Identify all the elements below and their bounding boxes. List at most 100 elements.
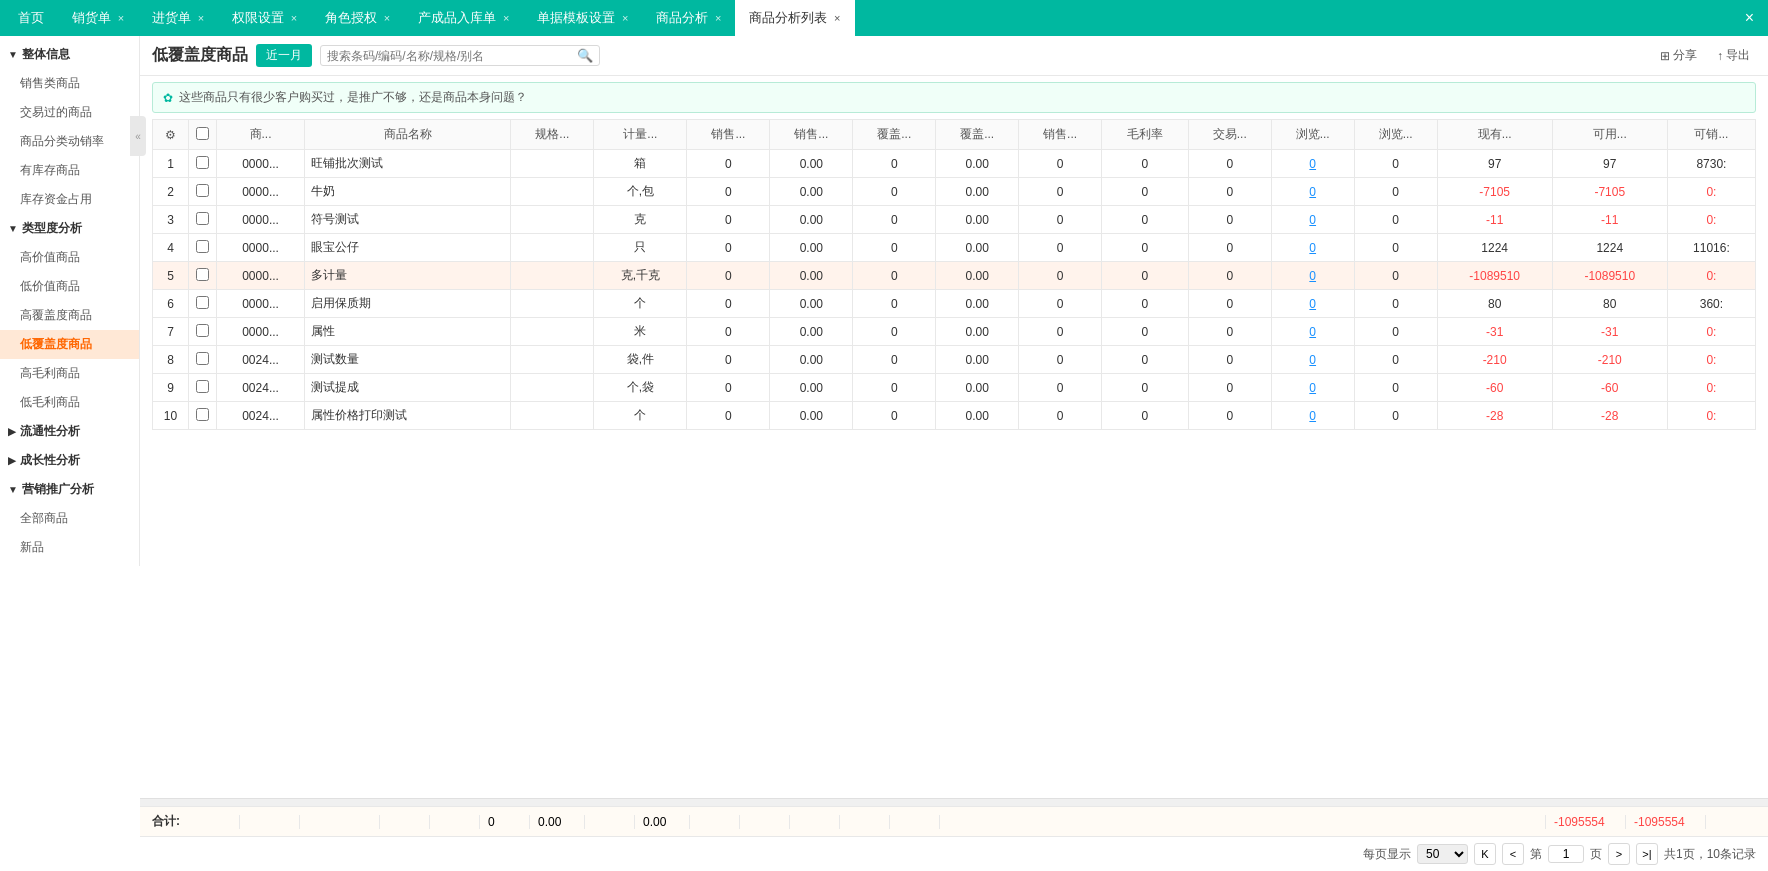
sidebar-group-flow[interactable]: ▶ 流通性分析	[0, 417, 139, 446]
cell-check[interactable]	[189, 346, 217, 374]
table-wrapper[interactable]: ⚙ 商... 商品名称 规格... 计量... 销售... 销售... 覆盖..…	[140, 119, 1768, 798]
nav-home[interactable]: 首页	[4, 0, 58, 36]
row-checkbox[interactable]	[196, 296, 209, 309]
cell-b2: 0	[1354, 374, 1437, 402]
nav-product-in[interactable]: 产成品入库单 ×	[404, 0, 523, 36]
cell-check[interactable]	[189, 374, 217, 402]
cell-spec	[511, 346, 594, 374]
search-input[interactable]	[327, 49, 577, 63]
row-checkbox[interactable]	[196, 268, 209, 281]
browse-link[interactable]: 0	[1309, 409, 1316, 423]
th-sellable: 可销...	[1667, 120, 1755, 150]
sidebar-group-overall-label: 整体信息	[22, 46, 70, 63]
sidebar-item-sales-goods[interactable]: 销售类商品	[0, 69, 139, 98]
export-btn[interactable]: ↑ 导出	[1711, 44, 1756, 67]
row-checkbox[interactable]	[196, 156, 209, 169]
row-checkbox[interactable]	[196, 408, 209, 421]
sidebar-item-low-margin[interactable]: 低毛利商品	[0, 388, 139, 417]
cell-b1[interactable]: 0	[1271, 402, 1354, 430]
nav-permission-close[interactable]: ×	[291, 12, 297, 24]
cell-check[interactable]	[189, 206, 217, 234]
sidebar-item-high-value[interactable]: 高价值商品	[0, 243, 139, 272]
sidebar-item-stock-goods[interactable]: 有库存商品	[0, 156, 139, 185]
sidebar-group-overall[interactable]: ▼ 整体信息	[0, 40, 139, 69]
sidebar-item-high-margin[interactable]: 高毛利商品	[0, 359, 139, 388]
sidebar-item-stock-value[interactable]: 库存资金占用	[0, 185, 139, 214]
browse-link[interactable]: 0	[1309, 241, 1316, 255]
filter-btn[interactable]: 近一月	[256, 44, 312, 67]
browse-link[interactable]: 0	[1309, 185, 1316, 199]
sidebar-item-traded-goods[interactable]: 交易过的商品	[0, 98, 139, 127]
browse-link[interactable]: 0	[1309, 269, 1316, 283]
sidebar-group-marketing[interactable]: ▼ 营销推广分析	[0, 475, 139, 504]
cell-check[interactable]	[189, 234, 217, 262]
sidebar-group-growth[interactable]: ▶ 成长性分析	[0, 446, 139, 475]
row-checkbox[interactable]	[196, 352, 209, 365]
cell-b1[interactable]: 0	[1271, 206, 1354, 234]
cell-b1[interactable]: 0	[1271, 290, 1354, 318]
sidebar-item-low-cover[interactable]: 低覆盖度商品	[0, 330, 139, 359]
browse-link[interactable]: 0	[1309, 381, 1316, 395]
cell-b1[interactable]: 0	[1271, 150, 1354, 178]
nav-goods-analysis[interactable]: 商品分析 ×	[642, 0, 735, 36]
cell-b1[interactable]: 0	[1271, 318, 1354, 346]
sidebar-collapse-btn[interactable]: «	[130, 116, 146, 156]
th-settings[interactable]: ⚙	[153, 120, 189, 150]
nav-template-close[interactable]: ×	[622, 12, 628, 24]
window-close-btn[interactable]: ×	[1735, 0, 1764, 36]
cell-c1: 0	[853, 234, 936, 262]
nav-product-in-close[interactable]: ×	[503, 12, 509, 24]
cell-c2: 0.00	[936, 150, 1019, 178]
nav-purchase[interactable]: 进货单 ×	[138, 0, 218, 36]
sidebar-item-high-cover[interactable]: 高覆盖度商品	[0, 301, 139, 330]
row-checkbox[interactable]	[196, 212, 209, 225]
total-label: 共1页，10条记录	[1664, 846, 1756, 863]
nav-sales-close[interactable]: ×	[118, 12, 124, 24]
browse-link[interactable]: 0	[1309, 213, 1316, 227]
row-checkbox[interactable]	[196, 380, 209, 393]
browse-link[interactable]: 0	[1309, 157, 1316, 171]
cell-b1[interactable]: 0	[1271, 346, 1354, 374]
page-number-input[interactable]	[1548, 845, 1584, 863]
nav-role[interactable]: 角色授权 ×	[311, 0, 404, 36]
browse-link[interactable]: 0	[1309, 325, 1316, 339]
nav-sales[interactable]: 销货单 ×	[58, 0, 138, 36]
cell-check[interactable]	[189, 262, 217, 290]
select-all-checkbox[interactable]	[196, 127, 209, 140]
scrollbar[interactable]	[140, 798, 1768, 806]
row-checkbox[interactable]	[196, 240, 209, 253]
cell-check[interactable]	[189, 290, 217, 318]
browse-link[interactable]: 0	[1309, 297, 1316, 311]
nav-goods-analysis-close[interactable]: ×	[715, 12, 721, 24]
cell-b1[interactable]: 0	[1271, 234, 1354, 262]
last-page-btn[interactable]: >|	[1636, 843, 1658, 865]
per-page-select[interactable]: 50 100 200	[1417, 844, 1468, 864]
cell-gross: 0	[1102, 262, 1189, 290]
sidebar-item-all-goods[interactable]: 全部商品	[0, 504, 139, 533]
browse-link[interactable]: 0	[1309, 353, 1316, 367]
share-btn[interactable]: ⊞ 分享	[1654, 44, 1703, 67]
prev-page-btn[interactable]: <	[1502, 843, 1524, 865]
first-page-btn[interactable]: K	[1474, 843, 1496, 865]
settings-icon[interactable]: ⚙	[165, 128, 176, 142]
sidebar-item-category-rate[interactable]: 商品分类动销率	[0, 127, 139, 156]
cell-b1[interactable]: 0	[1271, 262, 1354, 290]
sidebar-group-type[interactable]: ▼ 类型度分析	[0, 214, 139, 243]
cell-check[interactable]	[189, 402, 217, 430]
nav-goods-list[interactable]: 商品分析列表 ×	[735, 0, 854, 36]
sidebar-item-low-value[interactable]: 低价值商品	[0, 272, 139, 301]
row-checkbox[interactable]	[196, 324, 209, 337]
nav-permission[interactable]: 权限设置 ×	[218, 0, 311, 36]
nav-template[interactable]: 单据模板设置 ×	[523, 0, 642, 36]
cell-check[interactable]	[189, 318, 217, 346]
sidebar-item-new-goods[interactable]: 新品	[0, 533, 139, 562]
cell-check[interactable]	[189, 178, 217, 206]
nav-goods-list-close[interactable]: ×	[834, 12, 840, 24]
cell-check[interactable]	[189, 150, 217, 178]
nav-purchase-close[interactable]: ×	[198, 12, 204, 24]
cell-b1[interactable]: 0	[1271, 178, 1354, 206]
row-checkbox[interactable]	[196, 184, 209, 197]
cell-b1[interactable]: 0	[1271, 374, 1354, 402]
nav-role-close[interactable]: ×	[384, 12, 390, 24]
next-page-btn[interactable]: >	[1608, 843, 1630, 865]
